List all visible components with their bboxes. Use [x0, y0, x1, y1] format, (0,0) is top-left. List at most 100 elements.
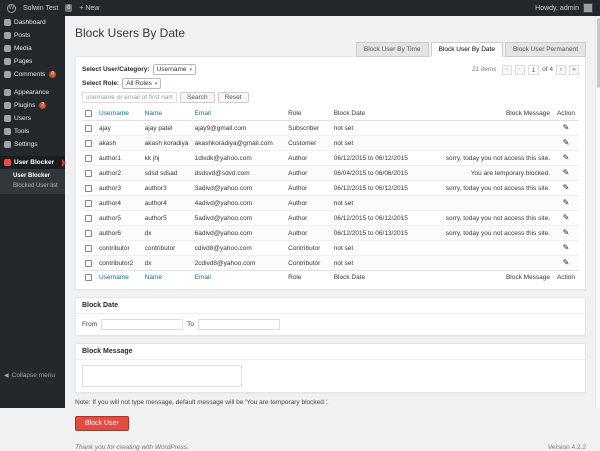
- row-checkbox[interactable]: [85, 139, 92, 147]
- footer-col-username[interactable]: Username: [95, 270, 142, 285]
- sidebar-item-comments[interactable]: Comments 0: [0, 68, 65, 81]
- sidebar-item-user-blocker[interactable]: User Blocker: [0, 156, 66, 169]
- current-page-input[interactable]: 1: [527, 64, 540, 75]
- wordpress-logo-icon[interactable]: W: [7, 3, 16, 13]
- row-checkbox[interactable]: [85, 124, 92, 132]
- cell-name: sdsd sdsad: [141, 165, 192, 182]
- admin-sidebar: Dashboard Posts Media Pages Comments 0 Appeara…: [0, 16, 66, 408]
- tab-block-user-by-date[interactable]: Block User By Date: [430, 42, 503, 57]
- from-date-input[interactable]: [101, 319, 184, 331]
- row-checkbox[interactable]: [85, 229, 92, 237]
- edit-pencil-icon[interactable]: ✎: [563, 199, 570, 207]
- cell-name: author3: [141, 180, 192, 197]
- sidebar-subitem-blocked-user-list[interactable]: Blocked User list: [0, 181, 65, 191]
- edit-pencil-icon[interactable]: ✎: [563, 229, 570, 237]
- edit-pencil-icon[interactable]: ✎: [563, 244, 570, 252]
- default-message-note: Note: If you will not type message, defa…: [75, 399, 329, 407]
- cell-email: akashkoradiya@gmail.com: [191, 135, 286, 152]
- cell-block-date: 06/12/2015 to 06/13/2015: [330, 225, 423, 242]
- main-content: Block Users By Date Block User By Time Bl…: [65, 16, 595, 451]
- howdy-admin-link[interactable]: Howdy, admin: [535, 5, 579, 12]
- cell-username: author3: [95, 180, 142, 197]
- next-page-button[interactable]: ›: [556, 64, 566, 75]
- footer-col-email[interactable]: Email: [191, 270, 286, 285]
- user-category-select[interactable]: Username ▾: [152, 64, 197, 75]
- cell-name: author4: [141, 195, 192, 212]
- block-user-button[interactable]: Block User: [75, 416, 129, 432]
- sidebar-item-appearance[interactable]: Appearance: [0, 86, 65, 99]
- sidebar-item-users[interactable]: Users: [0, 112, 65, 125]
- row-checkbox[interactable]: [85, 259, 92, 267]
- admin-bar-comments-bubble[interactable]: 0: [65, 4, 73, 12]
- edit-pencil-icon[interactable]: ✎: [563, 124, 570, 132]
- edit-pencil-icon[interactable]: ✎: [563, 214, 570, 222]
- users-icon: [4, 115, 11, 122]
- sidebar-item-label: Appearance: [14, 89, 50, 96]
- header-col-username[interactable]: Username: [95, 107, 142, 122]
- sidebar-item-label: Media: [14, 45, 32, 52]
- header-col-email[interactable]: Email: [191, 107, 286, 122]
- search-button[interactable]: Search: [180, 92, 215, 103]
- tab-block-user-by-time[interactable]: Block User By Time: [355, 42, 429, 57]
- header-col-block-date: Block Date: [330, 107, 423, 122]
- sidebar-item-plugins[interactable]: Plugins 2: [0, 99, 65, 112]
- sidebar-item-pages[interactable]: Pages: [0, 55, 65, 68]
- row-checkbox[interactable]: [85, 154, 92, 162]
- items-count: 21 items: [471, 66, 497, 73]
- edit-pencil-icon[interactable]: ✎: [563, 259, 570, 267]
- sidebar-item-label: Plugins: [14, 102, 36, 109]
- row-checkbox[interactable]: [85, 199, 92, 207]
- posts-icon: [4, 32, 11, 39]
- header-col-role: Role: [285, 107, 331, 122]
- cell-block-date: 06/04/2015 to 06/06/2015: [330, 165, 423, 182]
- site-name-link[interactable]: Solwin Test: [23, 5, 58, 12]
- table-row: contributor contributor cdivd8@yahoo.com Co…: [82, 240, 579, 257]
- edit-pencil-icon[interactable]: ✎: [563, 154, 570, 162]
- last-page-button[interactable]: »: [569, 64, 579, 75]
- new-content-button[interactable]: + New: [79, 5, 99, 12]
- cell-name: ajay patel: [141, 120, 192, 137]
- edit-pencil-icon[interactable]: ✎: [563, 184, 570, 192]
- edit-pencil-icon[interactable]: ✎: [563, 139, 570, 147]
- cell-role: Subscriber: [285, 120, 331, 137]
- select-all-checkbox[interactable]: [85, 110, 92, 117]
- media-icon: [4, 45, 11, 52]
- role-value: All Roles: [126, 80, 152, 87]
- cell-role: Author: [285, 180, 331, 197]
- edit-pencil-icon[interactable]: ✎: [563, 169, 570, 177]
- sidebar-item-tools[interactable]: Tools: [0, 125, 65, 138]
- role-select[interactable]: All Roles ▾: [122, 78, 162, 89]
- search-input[interactable]: [82, 92, 177, 103]
- user-avatar[interactable]: [583, 3, 593, 13]
- footer-col-name[interactable]: Name: [141, 270, 192, 285]
- row-checkbox[interactable]: [85, 184, 92, 192]
- sidebar-item-dashboard[interactable]: Dashboard: [0, 16, 65, 29]
- sidebar-subitem-user-blocker[interactable]: User Blocker: [0, 171, 65, 181]
- sidebar-item-settings[interactable]: Settings: [0, 138, 65, 151]
- sidebar-item-media[interactable]: Media: [0, 42, 65, 55]
- vertical-scrollbar[interactable]: [595, 16, 600, 408]
- first-page-button[interactable]: «: [501, 64, 512, 75]
- row-checkbox[interactable]: [85, 169, 92, 177]
- sidebar-item-posts[interactable]: Posts: [0, 29, 65, 42]
- sidebar-item-label: Tools: [14, 128, 30, 135]
- collapse-menu-button[interactable]: ◀ Collapse menu: [0, 369, 65, 382]
- row-checkbox[interactable]: [85, 244, 92, 252]
- cell-username: author6: [95, 225, 142, 242]
- prev-page-button[interactable]: ‹: [514, 64, 525, 75]
- cell-block-message: sorry, today you not access this site.: [422, 180, 554, 197]
- to-date-input[interactable]: [198, 319, 281, 331]
- block-message-textarea[interactable]: [82, 365, 242, 388]
- collapse-arrow-icon: ◀: [4, 373, 9, 379]
- cell-name: contributor: [141, 240, 192, 257]
- sidebar-item-label: Settings: [14, 141, 38, 148]
- reset-button[interactable]: Reset: [217, 92, 249, 103]
- tab-block-user-permanent[interactable]: Block User Permanent: [504, 42, 586, 57]
- footer-col-action: Action: [553, 270, 579, 285]
- row-checkbox[interactable]: [85, 214, 92, 222]
- block-date-section: Block Date From To: [75, 297, 586, 337]
- select-all-checkbox[interactable]: [85, 274, 92, 282]
- cell-block-date: not set: [330, 120, 423, 137]
- header-col-name[interactable]: Name: [141, 107, 192, 122]
- cell-email: 1dlxdk@yahoo.com: [191, 150, 286, 167]
